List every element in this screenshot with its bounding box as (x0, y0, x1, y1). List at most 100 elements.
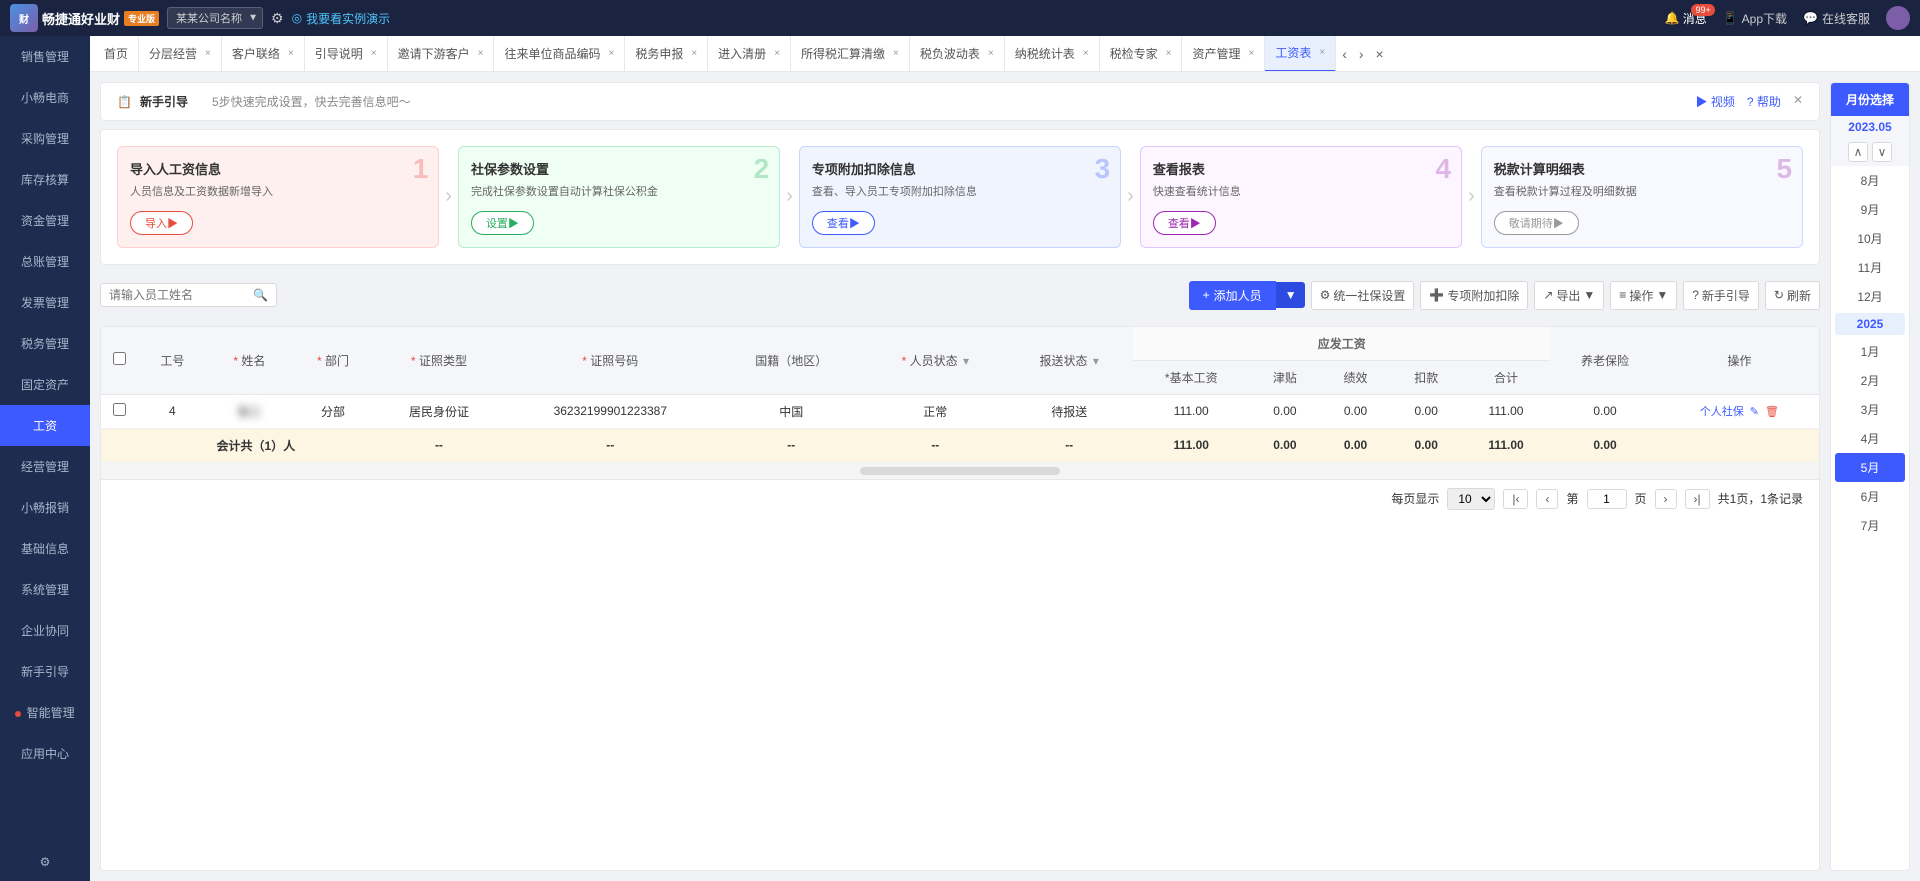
special-deduction-button[interactable]: ➕ 专项附加扣除 (1420, 281, 1528, 310)
export-button[interactable]: ↗ 导出 ▼ (1534, 281, 1604, 310)
month-item-1[interactable]: 1月 (1831, 337, 1909, 366)
sidebar-item-wage[interactable]: 工资 (0, 405, 90, 446)
tab-asset-mgmt[interactable]: 资产管理 × (1182, 36, 1265, 72)
sidebar-item-ledger[interactable]: 总账管理 (0, 241, 90, 282)
select-all-checkbox[interactable] (113, 352, 126, 365)
close-guide-button[interactable]: ✕ (1793, 93, 1803, 110)
send-status-filter-icon[interactable]: ▾ (1093, 354, 1099, 368)
month-item-6[interactable]: 6月 (1831, 482, 1909, 511)
tab-tax-report[interactable]: 税务申报 × (625, 36, 708, 72)
first-page-btn[interactable]: |‹ (1503, 489, 1528, 509)
tab-hierarchy-close[interactable]: × (205, 48, 211, 59)
tab-clearance[interactable]: 进入清册 × (708, 36, 791, 72)
sidebar-item-invoice[interactable]: 发票管理 (0, 282, 90, 323)
tab-customer[interactable]: 客户联络 × (222, 36, 305, 72)
tab-nav-prev[interactable]: ‹ (1336, 46, 1353, 62)
tab-wage-table-close[interactable]: × (1319, 47, 1325, 58)
next-page-btn[interactable]: › (1655, 489, 1677, 509)
tab-tax-stat[interactable]: 纳税统计表 × (1005, 36, 1100, 72)
sidebar-item-sales[interactable]: 销售管理 (0, 36, 90, 77)
prev-page-btn[interactable]: ‹ (1536, 489, 1558, 509)
sidebar-item-app-center[interactable]: 应用中心 (0, 733, 90, 774)
tab-tax-stat-close[interactable]: × (1083, 48, 1089, 59)
page-input[interactable] (1587, 489, 1627, 509)
add-people-dropdown[interactable]: ▼ (1276, 282, 1305, 308)
demo-button[interactable]: ◎ 我要看实例演示 (292, 10, 391, 27)
tab-guide-close[interactable]: × (371, 48, 377, 59)
row-checkbox[interactable] (113, 403, 126, 416)
tab-invite-close[interactable]: × (478, 48, 484, 59)
step-4-btn[interactable]: 查看▶ (1153, 211, 1216, 235)
tab-tax-calc-close[interactable]: × (893, 48, 899, 59)
tab-tax-expert[interactable]: 税检专家 × (1100, 36, 1183, 72)
horizontal-scrollbar[interactable] (860, 467, 1060, 475)
month-item-10[interactable]: 10月 (1831, 224, 1909, 253)
tab-tax-exempt[interactable]: 税负波动表 × (910, 36, 1005, 72)
tab-guide[interactable]: 引导说明 × (305, 36, 388, 72)
tab-clearance-close[interactable]: × (774, 48, 780, 59)
sidebar-item-smart[interactable]: 智能管理 (0, 692, 90, 733)
tab-close-all[interactable]: × (1370, 46, 1390, 62)
step-1-btn[interactable]: 导入▶ (130, 211, 193, 235)
search-input[interactable] (109, 288, 249, 302)
sidebar-item-inventory[interactable]: 库存核算 (0, 159, 90, 200)
month-nav-up[interactable]: ∧ (1848, 142, 1868, 162)
help-link[interactable]: ? 帮助 (1747, 93, 1781, 110)
tab-wage-table[interactable]: 工资表 × (1265, 36, 1336, 72)
sidebar-item-operation[interactable]: 经营管理 (0, 446, 90, 487)
tab-invite[interactable]: 邀请下游客户 × (388, 36, 495, 72)
sidebar-item-ecommerce[interactable]: 小畅电商 (0, 77, 90, 118)
operations-button[interactable]: ≡ 操作 ▼ (1610, 281, 1677, 310)
step-5-btn[interactable]: 敬请期待▶ (1494, 211, 1579, 235)
unified-settings-button[interactable]: ⚙ 统一社保设置 (1311, 281, 1415, 310)
tab-hierarchy[interactable]: 分层经营 × (139, 36, 222, 72)
month-item-2[interactable]: 2月 (1831, 366, 1909, 395)
online-service-button[interactable]: 💬 在线客服 (1803, 10, 1870, 27)
settings-gear-icon[interactable]: ⚙ (271, 10, 284, 27)
month-item-7[interactable]: 7月 (1831, 511, 1909, 540)
month-item-11[interactable]: 11月 (1831, 253, 1909, 282)
guide-button[interactable]: ? 新手引导 (1683, 281, 1759, 310)
tab-asset-mgmt-close[interactable]: × (1248, 48, 1254, 59)
personal-insurance-link[interactable]: 个人社保 (1700, 403, 1744, 419)
month-item-5[interactable]: 5月 (1835, 453, 1905, 482)
month-nav-down[interactable]: ∨ (1872, 142, 1892, 162)
edit-link[interactable]: ✎ (1750, 405, 1759, 418)
search-icon[interactable]: 🔍 (253, 288, 268, 302)
sidebar-item-assets[interactable]: 固定资产 (0, 364, 90, 405)
video-link[interactable]: ▶ 视频 (1696, 93, 1735, 110)
user-avatar[interactable] (1886, 6, 1910, 30)
company-selector[interactable]: 某某公司名称 ▼ (167, 7, 263, 29)
sidebar-item-tax[interactable]: 税务管理 (0, 323, 90, 364)
tab-goods-code-close[interactable]: × (608, 48, 614, 59)
step-2-btn[interactable]: 设置▶ (471, 211, 534, 235)
sidebar-item-capital[interactable]: 资金管理 (0, 200, 90, 241)
tab-home[interactable]: 首页 (94, 36, 139, 72)
sidebar-item-system[interactable]: 系统管理 (0, 569, 90, 610)
tab-tax-calc[interactable]: 所得税汇算清缴 × (791, 36, 910, 72)
sidebar-item-basic[interactable]: 基础信息 (0, 528, 90, 569)
app-download-button[interactable]: 📱 App下载 (1723, 10, 1787, 27)
month-item-12[interactable]: 12月 (1831, 282, 1909, 311)
tab-nav-next[interactable]: › (1353, 46, 1370, 62)
sidebar-item-guide[interactable]: 新手引导 (0, 651, 90, 692)
page-size-select[interactable]: 10 20 50 (1447, 488, 1495, 510)
refresh-button[interactable]: ↻ 刷新 (1765, 281, 1820, 310)
notification-button[interactable]: 🔔 消息 99+ (1665, 10, 1707, 27)
sidebar-item-settings[interactable]: ⚙ (0, 843, 90, 881)
month-item-3[interactable]: 3月 (1831, 395, 1909, 424)
tab-tax-report-close[interactable]: × (691, 48, 697, 59)
status-filter-icon[interactable]: ▾ (963, 354, 969, 368)
tab-customer-close[interactable]: × (288, 48, 294, 59)
add-people-button[interactable]: + 添加人员 (1189, 281, 1276, 310)
sidebar-item-enterprise[interactable]: 企业协同 (0, 610, 90, 651)
month-item-9[interactable]: 9月 (1831, 195, 1909, 224)
sidebar-item-purchase[interactable]: 采购管理 (0, 118, 90, 159)
tab-tax-exempt-close[interactable]: × (988, 48, 994, 59)
month-item-8[interactable]: 8月 (1831, 166, 1909, 195)
tab-tax-expert-close[interactable]: × (1166, 48, 1172, 59)
last-page-btn[interactable]: ›| (1685, 489, 1710, 509)
step-3-btn[interactable]: 查看▶ (812, 211, 875, 235)
month-item-4[interactable]: 4月 (1831, 424, 1909, 453)
delete-link[interactable]: 🗑 (1765, 405, 1779, 418)
